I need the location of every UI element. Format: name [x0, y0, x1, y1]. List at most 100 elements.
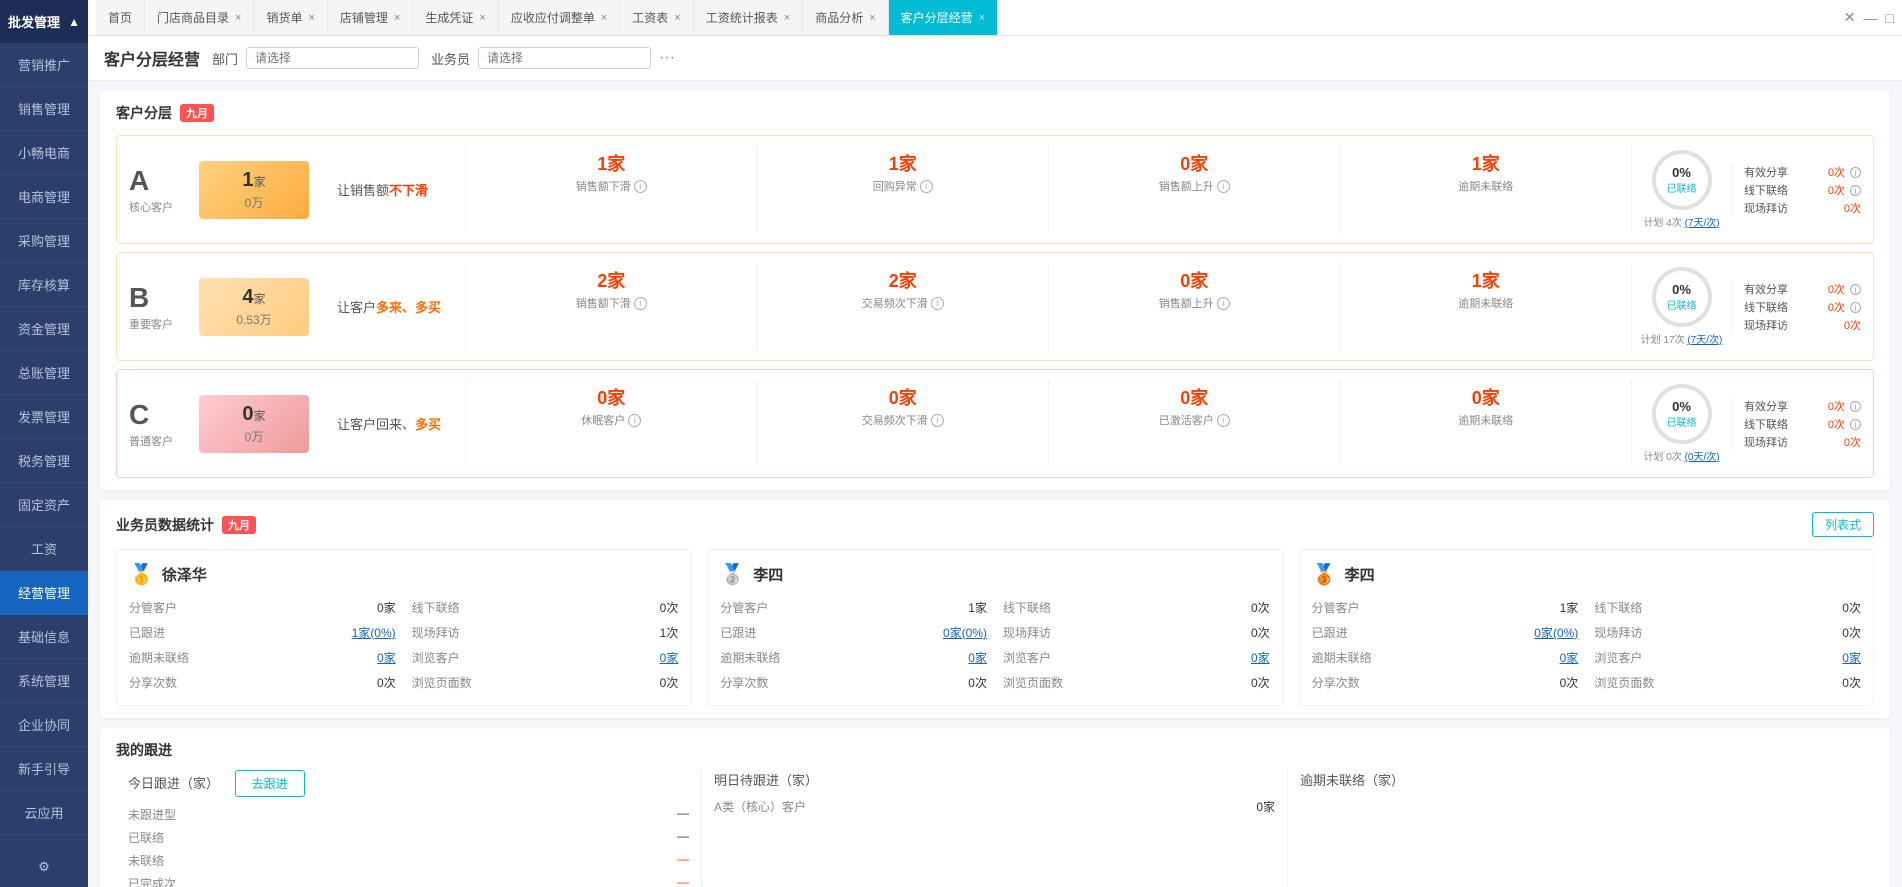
filter-more-icon[interactable]: ···: [659, 49, 675, 67]
tier-grid: A 核心客户 1家 0万 让销售额不下滑 1家 销售额下滑 i: [116, 135, 1874, 478]
sidebar-item-ledger[interactable]: 总账管理: [0, 351, 88, 395]
tab-store-mgmt[interactable]: 店铺管理 ×: [328, 0, 413, 36]
tier-c-action: 让客户回来、多买: [325, 414, 465, 433]
sidebar-item-system[interactable]: 系统管理: [0, 659, 88, 703]
sidebar-item-inventory[interactable]: 库存核算: [0, 263, 88, 307]
tab-close-icon[interactable]: ×: [869, 12, 875, 24]
tab-close-icon[interactable]: ×: [235, 12, 241, 24]
tab-product-analysis[interactable]: 商品分析 ×: [803, 0, 888, 36]
info-icon[interactable]: i: [931, 297, 944, 310]
tier-b-letter: B: [129, 282, 199, 314]
tab-close-icon[interactable]: ×: [394, 12, 400, 24]
sidebar-item-sales[interactable]: 销售管理: [0, 87, 88, 131]
sidebar-item-assets[interactable]: 固定资产: [0, 483, 88, 527]
stat-label: 交易频次下滑 i: [766, 295, 1041, 311]
tier-a-letter: A: [129, 165, 199, 197]
follow-section: 我的跟进 今日跟进（家） 去跟进 未跟进型 — 已联络 —: [100, 728, 1890, 887]
info-icon[interactable]: i: [1217, 414, 1230, 427]
staff-card-1: 🥇 徐泽华 分管客户 0家 线下联络 0次 已跟进: [116, 549, 691, 706]
stat-label: 销售额下滑 i: [474, 178, 749, 194]
sidebar-settings-button[interactable]: ⚙: [0, 847, 88, 887]
progress-pct: 0%: [1672, 399, 1691, 414]
staff-stat-row: 分享次数 0次: [129, 672, 396, 693]
sidebar-header[interactable]: 批发管理 ▲: [0, 0, 88, 43]
tab-maximize-icon[interactable]: □: [1886, 10, 1894, 26]
sidebar-item-purchase[interactable]: 采购管理: [0, 219, 88, 263]
info-icon[interactable]: i: [931, 414, 944, 427]
follow-col-tomorrow: 明日待跟进（家） A类（核心）客户 0家: [702, 770, 1288, 887]
sidebar-item-invoice[interactable]: 发票管理: [0, 395, 88, 439]
sidebar-item-cloud[interactable]: 云应用: [0, 791, 88, 835]
plan-text: 计划 4次 (7天/次): [1640, 214, 1723, 229]
staff-3-medal: 🥉: [1312, 562, 1337, 587]
info-icon[interactable]: i: [1217, 180, 1230, 193]
sidebar-item-basic[interactable]: 基础信息: [0, 615, 88, 659]
staff-stat-row: 浏览客户 0家: [1594, 647, 1861, 668]
sidebar-item-label: 总账管理: [4, 363, 84, 382]
staff-stat-row: 分管客户 0家: [129, 597, 396, 618]
sidebar-item-operations[interactable]: 经营管理: [0, 571, 88, 615]
tab-close-all-icon[interactable]: ✕: [1844, 9, 1856, 26]
tab-label: 应收应付调整单: [511, 9, 595, 26]
info-icon[interactable]: i: [1850, 302, 1861, 313]
info-icon[interactable]: i: [628, 414, 641, 427]
plan-link[interactable]: (7天/次): [1685, 218, 1720, 229]
info-icon[interactable]: i: [1850, 401, 1861, 412]
tab-sales-order[interactable]: 销货单 ×: [254, 0, 327, 36]
tier-b-name: 重要客户: [129, 316, 199, 332]
tier-b-stats: 2家 销售额下滑 i 2家 交易频次下滑 i 0家 销售额上升 i 1家: [465, 263, 1731, 350]
plan-link[interactable]: (7天/次): [1687, 335, 1722, 346]
tab-close-icon[interactable]: ×: [479, 12, 485, 24]
tab-close-icon[interactable]: ×: [674, 12, 680, 24]
tier-c-action-highlight: 多买: [415, 417, 441, 432]
info-icon[interactable]: i: [1850, 185, 1861, 196]
staff-stat-row: 浏览页面数 0次: [1594, 672, 1861, 693]
sidebar-item-collab[interactable]: 企业协同: [0, 703, 88, 747]
info-icon[interactable]: i: [1850, 167, 1861, 178]
staff-select[interactable]: [478, 47, 651, 69]
info-icon[interactable]: i: [634, 297, 647, 310]
sidebar-item-ecom-small[interactable]: 小畅电商: [0, 131, 88, 175]
tier-c-stats: 0家 休眠客户 i 0家 交易频次下滑 i 0家 已激活客户 i 0家: [465, 380, 1731, 467]
progress-pct: 0%: [1672, 282, 1691, 297]
sidebar-item-tax[interactable]: 税务管理: [0, 439, 88, 483]
plan-text: 计划 17次 (7天/次): [1640, 331, 1723, 346]
tab-close-icon[interactable]: ×: [979, 12, 985, 24]
sidebar-item-guide[interactable]: 新手引导: [0, 747, 88, 791]
tier-a-action: 让销售额不下滑: [325, 180, 465, 199]
info-icon[interactable]: i: [1217, 297, 1230, 310]
tier-a-stat-4: 1家 逾期未联络: [1340, 146, 1632, 233]
tab-payroll-report[interactable]: 工资统计报表 ×: [694, 0, 803, 36]
sidebar-toggle-icon[interactable]: ▲: [68, 15, 80, 29]
side-stat-share: 有效分享 0次 i: [1744, 164, 1861, 180]
tab-label: 客户分层经营: [901, 9, 973, 26]
progress-pct: 0%: [1672, 165, 1691, 180]
dept-select[interactable]: [246, 47, 419, 69]
sidebar-item-finance[interactable]: 资金管理: [0, 307, 88, 351]
info-icon[interactable]: i: [1850, 284, 1861, 295]
sidebar-item-payroll[interactable]: 工资: [0, 527, 88, 571]
info-icon[interactable]: i: [634, 180, 647, 193]
tab-payroll[interactable]: 工资表 ×: [620, 0, 693, 36]
go-followup-button[interactable]: 去跟进: [235, 770, 305, 797]
tab-close-icon[interactable]: ×: [308, 12, 314, 24]
tier-a-progress: 0% 已联络: [1652, 150, 1712, 210]
tab-store-products[interactable]: 门店商品目录 ×: [145, 0, 254, 36]
info-icon[interactable]: i: [1850, 419, 1861, 430]
tier-b-num: 4: [242, 286, 253, 308]
tab-close-icon[interactable]: ×: [601, 12, 607, 24]
staff-stat-row: 分享次数 0次: [1312, 672, 1579, 693]
tier-row-c: C 普通客户 0家 0万 让客户回来、多买 0家 休眠客户 i: [116, 369, 1874, 478]
sidebar-item-ecom[interactable]: 电商管理: [0, 175, 88, 219]
list-view-button[interactable]: 列表式: [1812, 512, 1874, 537]
tab-minimize-icon[interactable]: —: [1864, 10, 1878, 26]
tab-customer-tier[interactable]: 客户分层经营 ×: [889, 0, 998, 36]
tab-voucher[interactable]: 生成凭证 ×: [413, 0, 498, 36]
sidebar-item-marketing[interactable]: 营销推广: [0, 43, 88, 87]
tab-home[interactable]: 首页: [96, 0, 145, 36]
info-icon[interactable]: i: [920, 180, 933, 193]
stat-num: 0家: [766, 384, 1041, 410]
plan-link[interactable]: (0天/次): [1685, 452, 1720, 463]
tab-close-icon[interactable]: ×: [784, 12, 790, 24]
tab-receivable[interactable]: 应收应付调整单 ×: [499, 0, 620, 36]
